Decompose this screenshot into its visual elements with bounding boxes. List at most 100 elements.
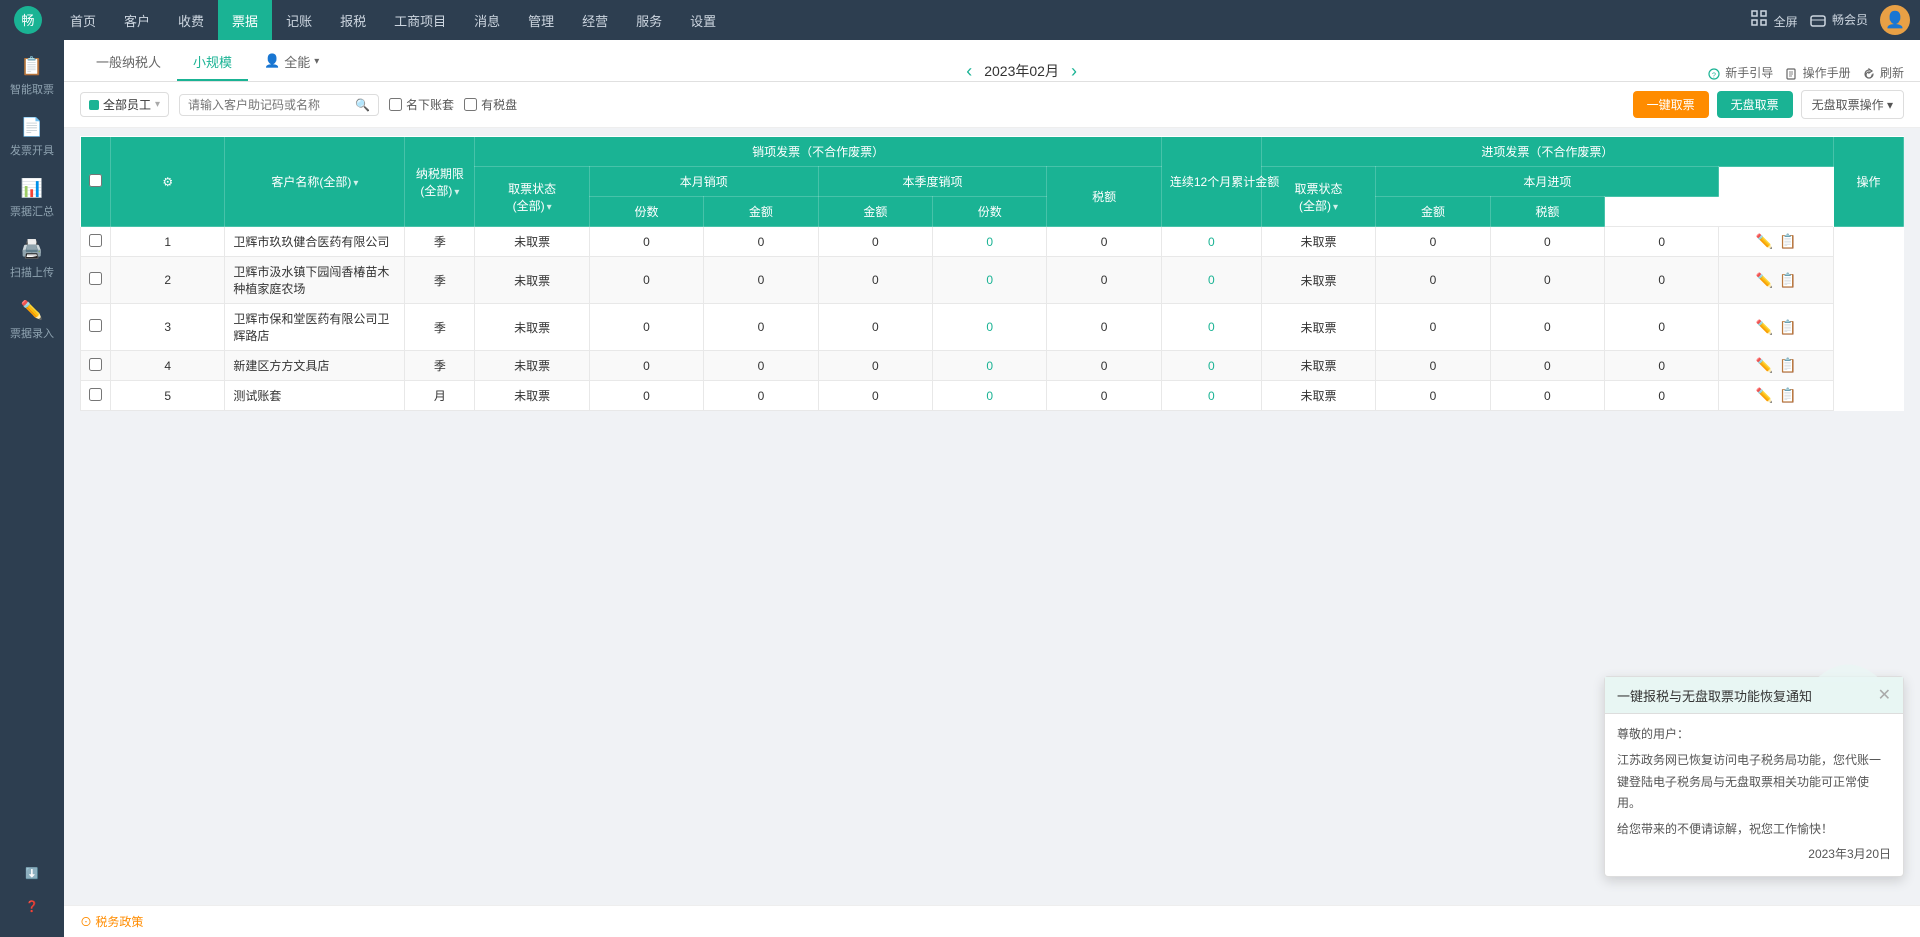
no-disk-ticket-button[interactable]: 无盘取票 xyxy=(1717,91,1793,118)
nav-service[interactable]: 服务 xyxy=(622,0,676,40)
date-prev-button[interactable]: ‹ xyxy=(966,62,972,80)
table-row: 1 卫辉市玖玖健合医药有限公司 季 未取票 0 0 0 0 0 0 未取票 0 … xyxy=(81,227,1904,257)
search-icon[interactable]: 🔍 xyxy=(355,98,370,112)
nav-tax[interactable]: 报税 xyxy=(326,0,380,40)
row-no: 4 xyxy=(111,351,225,381)
row-monthly-purchase-tax: 0 xyxy=(1605,304,1719,351)
row-edit-icon[interactable]: ✏️ xyxy=(1756,319,1773,336)
row-client-name: 卫辉市汲水镇下园闯香椿苗木种植家庭农场 xyxy=(225,257,405,304)
row-monthly-purchase-copies: 0 xyxy=(1376,381,1490,411)
row-edit-icon[interactable]: ✏️ xyxy=(1756,357,1773,374)
row-checkbox[interactable] xyxy=(81,381,111,411)
row-edit-icon[interactable]: ✏️ xyxy=(1756,387,1773,404)
sidebar-item-smart-ticket[interactable]: 📋 智能取票 xyxy=(4,48,60,105)
row-monthly-sales-copies: 0 xyxy=(589,304,703,351)
refresh-link[interactable]: 刷新 xyxy=(1863,64,1904,81)
nav-accounting[interactable]: 记账 xyxy=(272,0,326,40)
row-checkbox[interactable] xyxy=(81,304,111,351)
tab-right-actions: ? 新手引导 操作手册 刷新 xyxy=(1708,64,1904,81)
sidebar-item-invoice-summary[interactable]: 📊 票据汇总 xyxy=(4,170,60,227)
row-monthly-sales-copies: 0 xyxy=(589,381,703,411)
row-detail-icon[interactable]: 📋 xyxy=(1779,272,1796,289)
row-detail-icon[interactable]: 📋 xyxy=(1779,233,1796,250)
sidebar-label-invoice-summary: 票据汇总 xyxy=(10,203,54,219)
notification-popup: 一键报税与无盘取票功能恢复通知 ✕ 尊敬的用户： 江苏政务网已恢复访问电子税务局… xyxy=(1604,676,1904,877)
row-monthly-sales-tax: 0 xyxy=(818,304,932,351)
manual-link[interactable]: 操作手册 xyxy=(1785,64,1850,81)
user-avatar[interactable]: 👤 xyxy=(1880,5,1910,35)
sales-cancel-filter-icon[interactable]: ▾ xyxy=(547,202,552,213)
notification-close-button[interactable]: ✕ xyxy=(1878,685,1891,705)
row-tax-period: 季 xyxy=(405,304,475,351)
row-edit-icon[interactable]: ✏️ xyxy=(1756,233,1773,250)
sidebar-bottom-download[interactable]: ⬇️ xyxy=(4,859,60,888)
row-no: 1 xyxy=(111,227,225,257)
tax-disk-checkbox-input[interactable] xyxy=(464,98,477,111)
notification-content: 江苏政务网已恢复访问电子税务局功能，您代账一键登陆电子税务局与无盘取票相关功能可… xyxy=(1617,750,1891,815)
sidebar-item-invoice-entry[interactable]: ✏️ 票据录入 xyxy=(4,292,60,349)
row-purchase-cancel-status: 未取票 xyxy=(1261,351,1375,381)
row-no: 3 xyxy=(111,304,225,351)
table-row: 5 测试账套 月 未取票 0 0 0 0 0 0 未取票 0 0 0 ✏️ 📋 xyxy=(81,381,1904,411)
client-filter-icon[interactable]: ▾ xyxy=(353,178,358,189)
nav-message[interactable]: 消息 xyxy=(460,0,514,40)
nav-settings[interactable]: 设置 xyxy=(676,0,730,40)
nav-manage[interactable]: 管理 xyxy=(514,0,568,40)
account-filter-checkbox[interactable]: 名下账套 xyxy=(389,96,454,113)
row-checkbox[interactable] xyxy=(81,351,111,381)
tab-all-capable[interactable]: 👤 全能 ▾ xyxy=(248,43,335,81)
row-sales-cancel-status: 未取票 xyxy=(475,227,589,257)
row-quarterly-sales-tax: 0 xyxy=(1047,304,1161,351)
tab-small-scale[interactable]: 小规模 xyxy=(177,43,248,81)
row-detail-icon[interactable]: 📋 xyxy=(1779,387,1796,404)
new-guide-link[interactable]: ? 新手引导 xyxy=(1708,64,1773,81)
table-row: 2 卫辉市汲水镇下园闯香椿苗木种植家庭农场 季 未取票 0 0 0 0 0 0 … xyxy=(81,257,1904,304)
account-checkbox-input[interactable] xyxy=(389,98,402,111)
select-all-checkbox[interactable] xyxy=(89,174,102,187)
row-monthly-purchase-copies: 0 xyxy=(1376,257,1490,304)
download-icon: ⬇️ xyxy=(25,867,39,880)
sidebar-item-scan-upload[interactable]: 🖨️ 扫描上传 xyxy=(4,231,60,288)
nav-home[interactable]: 首页 xyxy=(56,0,110,40)
no-disk-ops-dropdown[interactable]: 无盘取票操作 ▾ xyxy=(1801,90,1904,119)
app-logo: 畅 xyxy=(10,2,46,38)
nav-client[interactable]: 客户 xyxy=(110,0,164,40)
sidebar-label-issue-invoice: 发票开具 xyxy=(10,142,54,158)
row-cumulative-12m: 0 xyxy=(1161,304,1261,351)
tax-disk-filter-checkbox[interactable]: 有税盘 xyxy=(464,96,517,113)
row-edit-icon[interactable]: ✏️ xyxy=(1756,272,1773,289)
tax-period-filter-icon[interactable]: ▾ xyxy=(454,187,459,198)
sidebar-item-issue-invoice[interactable]: 📄 发票开具 xyxy=(4,109,60,166)
row-detail-icon[interactable]: 📋 xyxy=(1779,357,1796,374)
row-checkbox[interactable] xyxy=(81,227,111,257)
employee-select[interactable]: 全部员工 ▾ xyxy=(80,92,169,117)
date-label: 2023年02月 xyxy=(984,61,1059,81)
search-box: 🔍 xyxy=(179,94,379,116)
th-quarterly-sales: 本季度销项 xyxy=(818,167,1047,197)
row-monthly-purchase-amount: 0 xyxy=(1490,351,1604,381)
th-purchase-tax: 税额 xyxy=(1490,197,1604,227)
nav-operation[interactable]: 经营 xyxy=(568,0,622,40)
row-quarterly-sales-amount: 0 xyxy=(933,257,1047,304)
row-detail-icon[interactable]: 📋 xyxy=(1779,319,1796,336)
nav-charge[interactable]: 收费 xyxy=(164,0,218,40)
date-next-button[interactable]: › xyxy=(1071,62,1077,80)
scan-upload-icon: 🖨️ xyxy=(21,239,43,260)
tab-general-taxpayer[interactable]: 一般纳税人 xyxy=(80,43,177,81)
sidebar-bottom-help[interactable]: ❓ xyxy=(4,892,60,921)
settings-icon[interactable]: ⚙ xyxy=(162,175,173,189)
search-input[interactable] xyxy=(188,98,355,112)
row-no: 5 xyxy=(111,381,225,411)
one-click-ticket-button[interactable]: 一键取票 xyxy=(1633,91,1709,118)
nav-invoice[interactable]: 票据 xyxy=(218,0,272,40)
sidebar-bottom: ⬇️ ❓ xyxy=(4,859,60,921)
row-monthly-sales-amount: 0 xyxy=(704,304,818,351)
member-button[interactable]: 畅会员 xyxy=(1810,11,1868,29)
row-cumulative-12m: 0 xyxy=(1161,381,1261,411)
row-quarterly-sales-tax: 0 xyxy=(1047,381,1161,411)
row-checkbox[interactable] xyxy=(81,257,111,304)
nav-industrial[interactable]: 工商项目 xyxy=(380,0,460,40)
status-bar[interactable]: ⊙ 税务政策 xyxy=(64,905,1920,937)
fullscreen-button[interactable]: 全屏 xyxy=(1751,10,1797,30)
purchase-cancel-filter-icon[interactable]: ▾ xyxy=(1333,202,1338,213)
